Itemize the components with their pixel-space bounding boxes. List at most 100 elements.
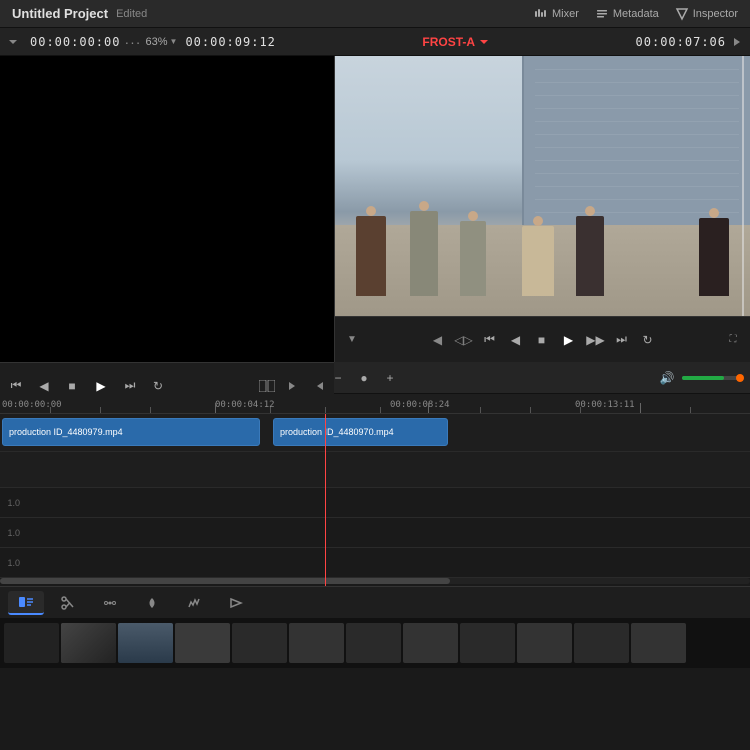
video-clip-2[interactable]: production ID_4480970.mp4 — [273, 418, 448, 446]
volume-knob[interactable] — [736, 374, 744, 382]
dot-button[interactable]: ● — [353, 367, 375, 389]
thumb-10 — [517, 623, 572, 663]
audio-label-1: 1.0 — [0, 498, 24, 508]
tab-fusion[interactable] — [92, 591, 128, 615]
person-6 — [699, 218, 729, 296]
thumb-8 — [403, 623, 458, 663]
ruler-tick-major-2 — [428, 403, 429, 413]
ruler-tick-6 — [380, 407, 381, 413]
step-back-button[interactable]: ◀ — [34, 376, 54, 396]
metadata-menu-item[interactable]: Metadata — [595, 7, 659, 21]
ruler-tick-1 — [50, 407, 51, 413]
person-2 — [410, 211, 438, 296]
timecode-duration: 00:00:09:12 — [185, 35, 275, 49]
go-to-start-button[interactable]: ⏮ — [6, 376, 26, 396]
mixer-menu-item[interactable]: Mixer — [534, 7, 579, 21]
audio-label-2: 1.0 — [0, 528, 24, 538]
scrollbar-thumb[interactable] — [0, 578, 450, 584]
mark-in-icon[interactable] — [284, 377, 302, 395]
tab-deliver[interactable] — [218, 591, 254, 615]
ruler-mark-0: 00:00:00:00 — [2, 400, 62, 410]
monitor-layout-icon[interactable] — [258, 377, 276, 395]
audio-track-1: 1.0 — [0, 488, 750, 518]
empty-video-track — [0, 452, 750, 488]
prog-nav-left-icon[interactable]: ◀ — [428, 330, 448, 350]
playhead-line — [325, 414, 326, 586]
ruler-tick-10 — [690, 407, 691, 413]
thumb-12 — [631, 623, 686, 663]
main-area: ⏮ ◀ ■ ▶ ⏭ ↻ — [0, 56, 750, 362]
video-clip-1[interactable]: production ID_4480979.mp4 — [2, 418, 260, 446]
ruler-tick-4 — [270, 407, 271, 413]
volume-icon[interactable]: 🔊 — [656, 367, 678, 389]
scrollbar-track[interactable] — [0, 578, 750, 584]
go-to-end-button[interactable]: ⏭ — [120, 376, 140, 396]
mixer-icon — [534, 7, 548, 21]
source-monitor: ⏮ ◀ ■ ▶ ⏭ ↻ — [0, 56, 335, 362]
video-track-row: production ID_4480979.mp4 production ID_… — [0, 414, 750, 452]
thumb-1 — [4, 623, 59, 663]
audio-label-3: 1.0 — [0, 558, 24, 568]
ruler-tick-major-1 — [215, 403, 216, 413]
bottom-bar — [0, 586, 750, 618]
program-monitor: ▼ ◀ ◁▷ ⏮ ◀ ■ ▶ ▶▶ ⏭ ↻ ⛶ — [335, 56, 750, 362]
metadata-label: Metadata — [613, 8, 659, 20]
tab-media[interactable] — [8, 591, 44, 615]
audio-track-3: 1.0 — [0, 548, 750, 578]
metadata-icon — [595, 7, 609, 21]
prog-nav-arrows-icon[interactable]: ◁▷ — [454, 330, 474, 350]
stop-button[interactable]: ■ — [62, 376, 82, 396]
prog-go-end-button[interactable]: ⏭ — [612, 330, 632, 350]
thumb-strip — [0, 618, 750, 668]
timecode-source: 00:00:00:00 — [30, 35, 120, 49]
ruler-mark-1: 00:00:04:12 — [215, 400, 275, 410]
timecode-position: 00:00:07:06 — [636, 35, 726, 49]
prog-play-button[interactable]: ▶ — [558, 329, 580, 351]
mark-out-icon[interactable] — [310, 377, 328, 395]
thumb-6 — [289, 623, 344, 663]
thumb-3 — [118, 623, 173, 663]
person-1 — [356, 216, 386, 296]
video-clip-1-label: production ID_4480979.mp4 — [9, 427, 123, 437]
tab-color[interactable] — [134, 591, 170, 615]
program-video-frame — [335, 56, 750, 316]
title-bar: Untitled Project Edited Mixer Metadata — [0, 0, 750, 28]
timeline-tracks: production ID_4480979.mp4 production ID_… — [0, 414, 750, 586]
source-monitor-content — [0, 56, 334, 362]
ruler-tick-5 — [325, 407, 326, 413]
tab-cut[interactable] — [50, 591, 86, 615]
prog-loop-button[interactable]: ↻ — [638, 330, 658, 350]
timecode-dots[interactable]: ··· — [124, 34, 141, 50]
ruler-tick-9 — [580, 407, 581, 413]
ruler-mark-3: 00:00:13:11 — [575, 400, 635, 410]
color-dropdown-icon[interactable] — [479, 37, 489, 47]
loop-button[interactable]: ↻ — [148, 376, 168, 396]
program-controls: ▼ ◀ ◁▷ ⏮ ◀ ■ ▶ ▶▶ ⏭ ↻ ⛶ — [335, 316, 750, 362]
zoom-arrow-icon: ▼ — [170, 37, 178, 46]
prog-dropdown-icon[interactable]: ▼ — [343, 331, 361, 349]
ruler-tick-7 — [480, 407, 481, 413]
color-label: FROST-A — [422, 35, 475, 49]
zoom-value: 63% — [145, 36, 167, 48]
thumb-11 — [574, 623, 629, 663]
timecode-right-icon — [730, 36, 742, 48]
zoom-control[interactable]: 63% ▼ — [145, 36, 177, 48]
prog-step-forward-button[interactable]: ▶▶ — [586, 330, 606, 350]
prog-go-start-button[interactable]: ⏮ — [480, 330, 500, 350]
ruler-tick-major-3 — [640, 403, 641, 413]
inspector-icon — [675, 7, 689, 21]
thumb-9 — [460, 623, 515, 663]
prog-fullscreen-icon[interactable]: ⛶ — [724, 331, 742, 349]
inspector-menu-item[interactable]: Inspector — [675, 7, 738, 21]
prog-step-back-button[interactable]: ◀ — [506, 330, 526, 350]
person-4 — [522, 226, 554, 296]
project-title: Untitled Project — [12, 6, 108, 21]
prog-stop-button[interactable]: ■ — [532, 330, 552, 350]
volume-bar[interactable] — [682, 376, 742, 380]
timeline-section: ↶ 🔗 🔒 − ● + 🔊 — [0, 362, 750, 668]
dropdown-arrow-icon — [8, 37, 18, 47]
plus-button[interactable]: + — [379, 367, 401, 389]
tab-fairlight[interactable] — [176, 591, 212, 615]
video-scene — [335, 56, 750, 316]
volume-control[interactable]: 🔊 — [656, 367, 742, 389]
